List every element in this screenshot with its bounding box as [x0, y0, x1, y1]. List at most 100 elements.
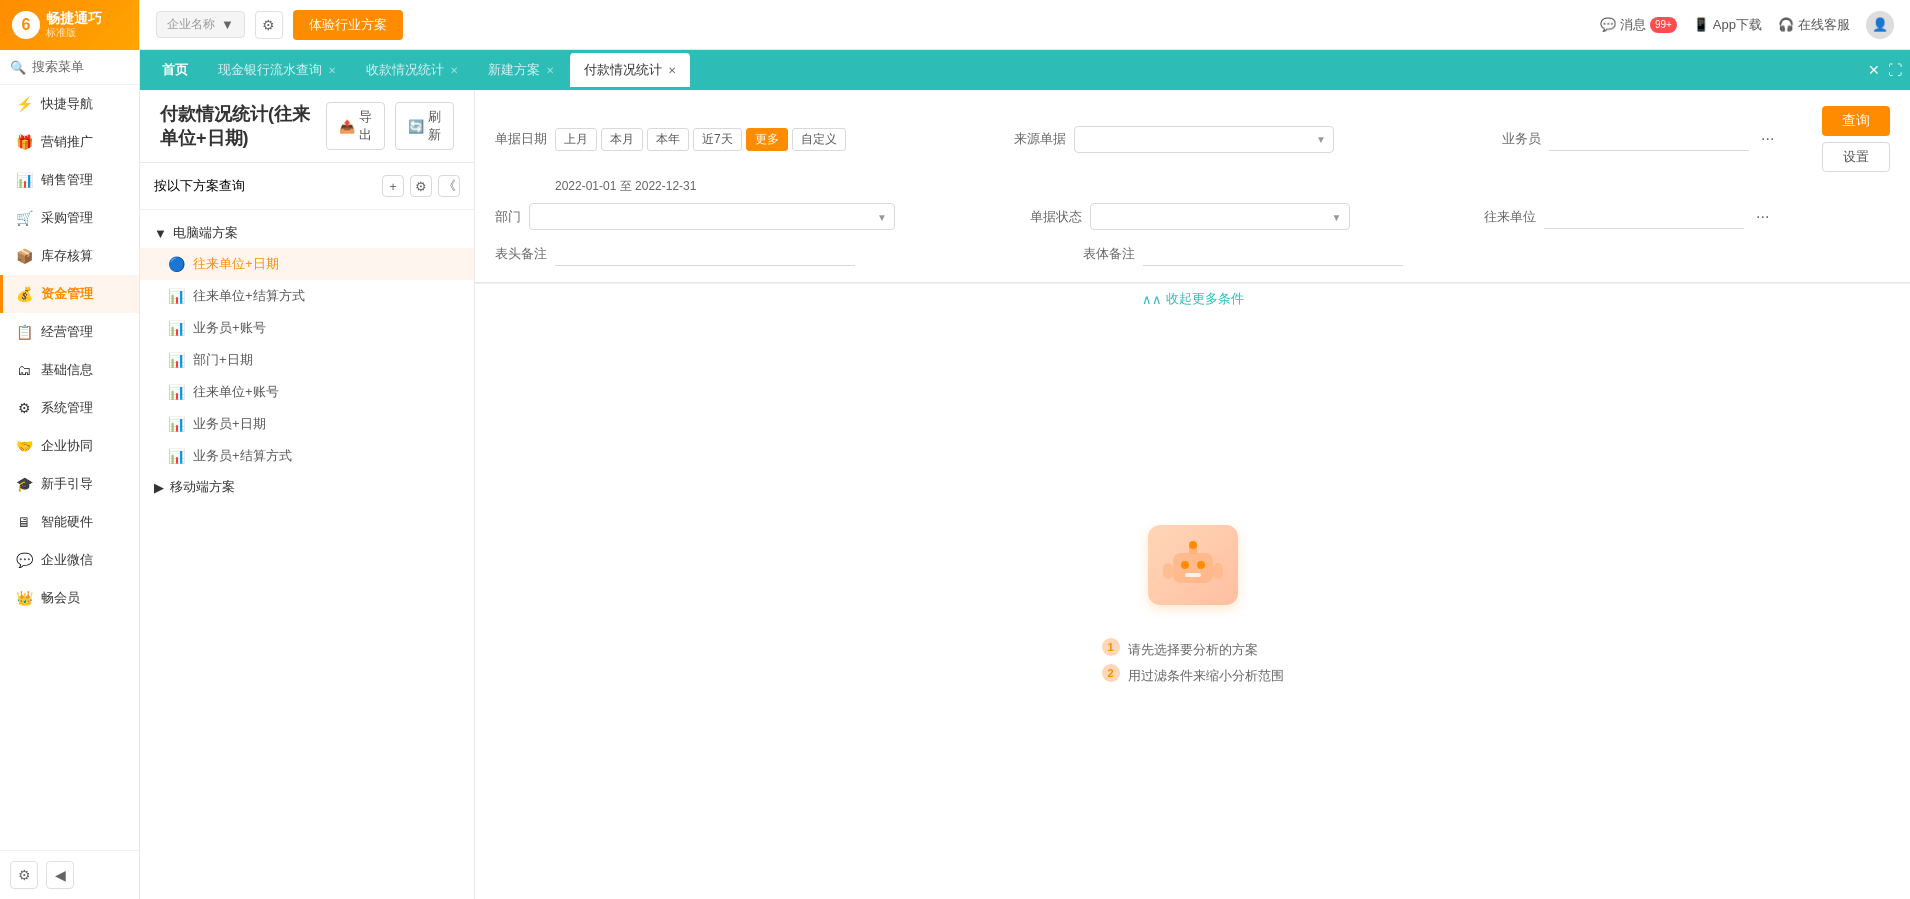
sidebar-settings-btn[interactable]: ⚙	[10, 861, 38, 889]
query-btn[interactable]: 查询	[1822, 106, 1890, 136]
tab-new-scheme[interactable]: 新建方案 ✕	[474, 53, 568, 87]
sidebar-item-marketing[interactable]: 🎁 营销推广	[0, 123, 139, 161]
tab-payment-close[interactable]: ✕	[668, 65, 676, 76]
sidebar-item-quick-nav[interactable]: ⚡ 快捷导航	[0, 85, 139, 123]
member-icon: 👑	[15, 590, 33, 606]
scheme-group-desktop[interactable]: ▼ 电脑端方案	[140, 218, 474, 248]
chevron-down-icon: ▼	[154, 226, 167, 241]
message-label: 消息	[1620, 16, 1646, 34]
page-header-actions: 📤 导出 🔄 刷新	[326, 102, 454, 150]
body-note-input[interactable]	[1143, 242, 1403, 266]
scheme-item-unit-account[interactable]: 📊 往来单位+账号	[140, 376, 474, 408]
filter-date-range-row: 2022-01-01 至 2022-12-31	[555, 176, 1890, 195]
tab-receipt-close[interactable]: ✕	[450, 65, 458, 76]
collapse-label: 收起更多条件	[1166, 290, 1244, 308]
sidebar-item-inventory[interactable]: 📦 库存核算	[0, 237, 139, 275]
page-title: 付款情况统计(往来单位+日期)	[160, 102, 326, 150]
sidebar-item-system[interactable]: ⚙ 系统管理	[0, 389, 139, 427]
tab-bank-flow[interactable]: 现金银行流水查询 ✕	[204, 53, 350, 87]
scheme-collapse-btn[interactable]: 《	[438, 175, 460, 197]
date-btn-last-month[interactable]: 上月	[555, 128, 597, 151]
date-btn-more[interactable]: 更多	[746, 128, 788, 151]
collapse-more-btn[interactable]: ∧∧ 收起更多条件	[475, 283, 1910, 314]
user-avatar[interactable]: 👤	[1866, 11, 1894, 39]
date-btn-custom[interactable]: 自定义	[792, 128, 846, 151]
scheme-settings-btn[interactable]: ⚙	[410, 175, 432, 197]
scheme-item-staff-settle[interactable]: 📊 业务员+结算方式	[140, 440, 474, 472]
scheme-item-dept-date[interactable]: 📊 部门+日期	[140, 344, 474, 376]
sidebar-item-label: 企业协同	[41, 437, 93, 455]
sidebar-item-enterprise[interactable]: 🤝 企业协同	[0, 427, 139, 465]
sidebar-item-label: 营销推广	[41, 133, 93, 151]
svg-rect-0	[1173, 553, 1213, 583]
content-area: 付款情况统计(往来单位+日期) 📤 导出 🔄 刷新 按以下方案查询	[140, 90, 1910, 899]
scheme-item-icon: 📊	[168, 288, 185, 304]
header-gear-btn[interactable]: ⚙	[255, 11, 283, 39]
scheme-item-staff-date[interactable]: 📊 业务员+日期	[140, 408, 474, 440]
source-select[interactable]	[1074, 126, 1334, 153]
scheme-group-mobile[interactable]: ▶ 移动端方案	[140, 472, 474, 502]
sidebar-item-wechat[interactable]: 💬 企业微信	[0, 541, 139, 579]
dept-select[interactable]	[529, 203, 895, 230]
company-selector[interactable]: 企业名称 ▼	[156, 11, 245, 38]
settings-btn[interactable]: 设置	[1822, 142, 1890, 172]
sidebar-search[interactable]: 🔍 搜索菜单	[0, 50, 139, 85]
sidebar-item-capital[interactable]: 💰 资金管理	[0, 275, 139, 313]
sidebar-item-purchase[interactable]: 🛒 采购管理	[0, 199, 139, 237]
filter-voucher-status: 单据状态 ▼	[1030, 203, 1350, 230]
tip-num-2: 2	[1102, 664, 1120, 682]
scheme-item-staff-account[interactable]: 📊 业务员+账号	[140, 312, 474, 344]
online-service-btn[interactable]: 🎧 在线客服	[1778, 16, 1850, 34]
tab-close-all-icon[interactable]: ✕	[1868, 62, 1880, 78]
top-header-left: 企业名称 ▼ ⚙ 体验行业方案	[156, 10, 403, 40]
svg-rect-3	[1185, 573, 1201, 577]
page-header: 付款情况统计(往来单位+日期) 📤 导出 🔄 刷新	[140, 90, 474, 163]
sidebar-collapse-btn[interactable]: ◀	[46, 861, 74, 889]
empty-tips: 1 请先选择要分析的方案 2 用过滤条件来缩小分析范围	[1102, 637, 1284, 689]
source-select-wrap: ▼	[1074, 126, 1334, 153]
tab-bank-flow-close[interactable]: ✕	[328, 65, 336, 76]
scheme-group-label: 电脑端方案	[173, 224, 238, 242]
tab-new-scheme-label: 新建方案	[488, 61, 540, 79]
scheme-item-unit-date[interactable]: 🔵 往来单位+日期	[140, 248, 474, 280]
company-name: 企业名称	[167, 16, 215, 33]
scheme-add-btn[interactable]: +	[382, 175, 404, 197]
tab-new-scheme-close[interactable]: ✕	[546, 65, 554, 76]
sidebar-item-hardware[interactable]: 🖥 智能硬件	[0, 503, 139, 541]
action-btns-col: 查询 设置	[1822, 106, 1890, 172]
filter-body-note: 表体备注	[1083, 242, 1403, 266]
salesperson-dots[interactable]: ···	[1761, 130, 1774, 148]
sidebar-item-operation[interactable]: 📋 经营管理	[0, 313, 139, 351]
sidebar-item-label: 经营管理	[41, 323, 93, 341]
sidebar-item-label: 基础信息	[41, 361, 93, 379]
date-btn-this-year[interactable]: 本年	[647, 128, 689, 151]
app-download-btn[interactable]: 📱 App下载	[1693, 16, 1762, 34]
sidebar-item-sales[interactable]: 📊 销售管理	[0, 161, 139, 199]
tip-1-text: 请先选择要分析的方案	[1128, 637, 1258, 663]
voucher-status-select[interactable]	[1090, 203, 1350, 230]
refresh-btn[interactable]: 🔄 刷新	[395, 102, 454, 150]
head-note-input[interactable]	[555, 242, 855, 266]
scheme-item-unit-settle[interactable]: 📊 往来单位+结算方式	[140, 280, 474, 312]
tab-receipt-stats[interactable]: 收款情况统计 ✕	[352, 53, 472, 87]
sidebar-item-member[interactable]: 👑 畅会员	[0, 579, 139, 617]
tab-home[interactable]: 首页	[148, 53, 202, 87]
message-btn[interactable]: 💬 消息 99+	[1600, 16, 1677, 34]
tab-payment-stats[interactable]: 付款情况统计 ✕	[570, 53, 690, 87]
message-badge: 99+	[1650, 17, 1677, 33]
sidebar-item-label: 系统管理	[41, 399, 93, 417]
sidebar-item-guide[interactable]: 🎓 新手引导	[0, 465, 139, 503]
related-unit-input[interactable]	[1544, 205, 1744, 229]
salesperson-input[interactable]	[1549, 127, 1749, 151]
related-unit-dots[interactable]: ···	[1756, 208, 1769, 226]
trial-btn[interactable]: 体验行业方案	[293, 10, 403, 40]
date-btn-7days[interactable]: 近7天	[693, 128, 742, 151]
sidebar-item-basic-info[interactable]: 🗂 基础信息	[0, 351, 139, 389]
export-btn[interactable]: 📤 导出	[326, 102, 385, 150]
empty-illustration	[1133, 525, 1253, 625]
tab-expand-icon[interactable]: ⛶	[1888, 62, 1902, 78]
user-icon: 👤	[1872, 17, 1888, 32]
date-btn-this-month[interactable]: 本月	[601, 128, 643, 151]
top-header-right: 💬 消息 99+ 📱 App下载 🎧 在线客服 👤	[1600, 11, 1894, 39]
marketing-icon: 🎁	[15, 134, 33, 150]
